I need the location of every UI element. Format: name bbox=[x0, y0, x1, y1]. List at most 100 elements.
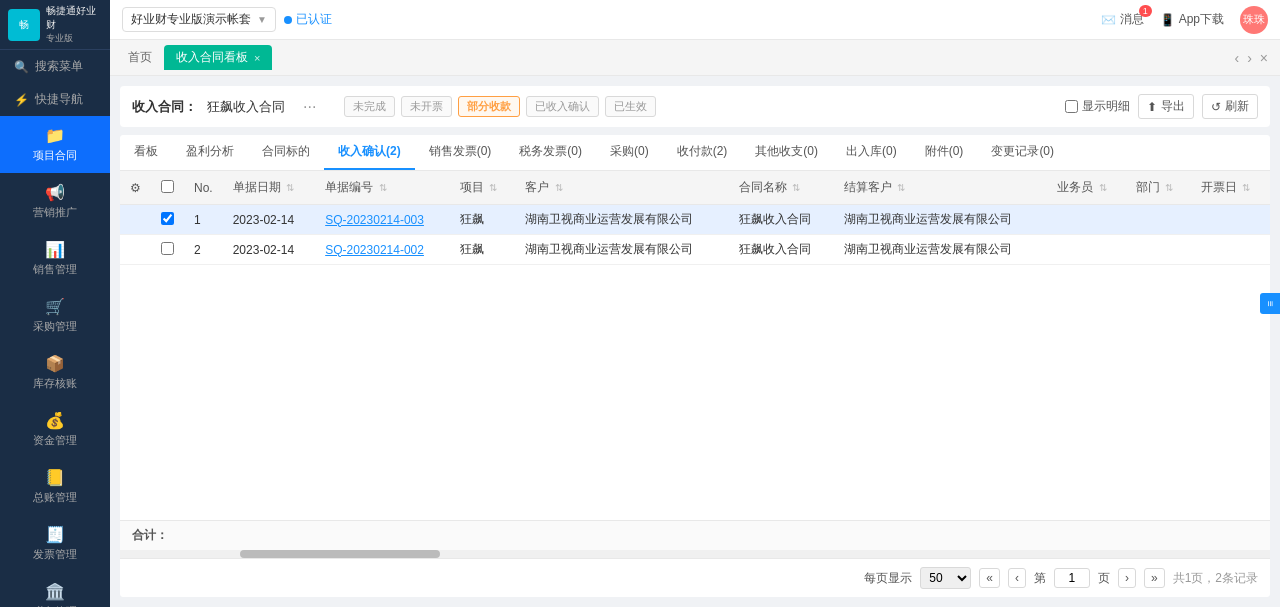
tab-kanban[interactable]: 看板 bbox=[120, 135, 172, 170]
company-dropdown-icon: ▼ bbox=[257, 14, 267, 25]
tab-next-icon[interactable]: › bbox=[1245, 48, 1254, 68]
horizontal-scrollbar[interactable] bbox=[120, 550, 1270, 558]
col-contract-name[interactable]: 合同名称 ⇅ bbox=[729, 171, 834, 205]
col-customer[interactable]: 客户 ⇅ bbox=[515, 171, 729, 205]
col-code[interactable]: 单据编号 ⇅ bbox=[315, 171, 450, 205]
app-download-button[interactable]: 📱 App下载 bbox=[1160, 11, 1224, 28]
topbar-right: ✉️ 消息 1 📱 App下载 珠珠 bbox=[1101, 6, 1268, 34]
active-tab[interactable]: 收入合同看板 × bbox=[164, 45, 272, 70]
contract-dots[interactable]: ··· bbox=[303, 98, 316, 116]
sidebar-item-accounting[interactable]: 📒 总账管理 bbox=[0, 458, 110, 515]
table-row[interactable]: 2 2023-02-14 SQ-20230214-002 狂飙 湖南卫视商业运营… bbox=[120, 235, 1270, 265]
tab-prev-icon[interactable]: ‹ bbox=[1232, 48, 1241, 68]
right-panel-icon[interactable]: ≡ bbox=[1260, 293, 1280, 315]
topbar: 好业财专业版演示帐套 ▼ 已认证 ✉️ 消息 1 📱 App下载 珠珠 bbox=[110, 0, 1280, 40]
row2-settlement-customer: 湖南卫视商业运营发展有限公司 bbox=[834, 235, 1048, 265]
logo-icon: 畅 bbox=[8, 9, 40, 41]
sidebar-item-capital[interactable]: 💰 资金管理 bbox=[0, 401, 110, 458]
sidebar-item-tax[interactable]: 🏛️ 税务管理 bbox=[0, 572, 110, 607]
show-detail-checkbox[interactable]: 显示明细 bbox=[1065, 98, 1130, 115]
sidebar-search-label: 搜索菜单 bbox=[35, 58, 83, 75]
message-badge: 1 bbox=[1139, 5, 1152, 17]
sidebar-quick-nav[interactable]: ⚡ 快捷导航 bbox=[0, 83, 110, 116]
refresh-button[interactable]: ↺ 刷新 bbox=[1202, 94, 1258, 119]
last-page-button[interactable]: » bbox=[1144, 568, 1165, 588]
row2-date: 2023-02-14 bbox=[223, 235, 316, 265]
sidebar-accounting-label: 总账管理 bbox=[33, 490, 77, 505]
col-settings[interactable]: ⚙ bbox=[120, 171, 151, 205]
col-salesperson[interactable]: 业务员 ⇅ bbox=[1047, 171, 1126, 205]
col-department[interactable]: 部门 ⇅ bbox=[1126, 171, 1191, 205]
settings-icon[interactable]: ⚙ bbox=[130, 181, 141, 195]
company-selector[interactable]: 好业财专业版演示帐套 ▼ bbox=[122, 7, 276, 32]
export-button[interactable]: ⬆ 导出 bbox=[1138, 94, 1194, 119]
tab-change-log[interactable]: 变更记录(0) bbox=[977, 135, 1068, 170]
scroll-thumb[interactable] bbox=[240, 550, 440, 558]
tab-purchase[interactable]: 采购(0) bbox=[596, 135, 663, 170]
next-page-button[interactable]: › bbox=[1118, 568, 1136, 588]
tab-other-income[interactable]: 其他收支(0) bbox=[741, 135, 832, 170]
table-body: 1 2023-02-14 SQ-20230214-003 狂飙 湖南卫视商业运营… bbox=[120, 205, 1270, 265]
show-detail-input[interactable] bbox=[1065, 100, 1078, 113]
status-confirmed[interactable]: 已收入确认 bbox=[526, 96, 599, 117]
status-effective[interactable]: 已生效 bbox=[605, 96, 656, 117]
export-icon: ⬆ bbox=[1147, 100, 1157, 114]
tab-sales-invoice[interactable]: 销售发票(0) bbox=[415, 135, 506, 170]
app-download-label: App下载 bbox=[1179, 11, 1224, 28]
row1-project: 狂飙 bbox=[450, 205, 515, 235]
accounting-icon: 📒 bbox=[45, 468, 65, 487]
first-page-button[interactable]: « bbox=[979, 568, 1000, 588]
status-incomplete[interactable]: 未完成 bbox=[344, 96, 395, 117]
tab-contract-std[interactable]: 合同标的 bbox=[248, 135, 324, 170]
row2-checkbox[interactable] bbox=[151, 235, 184, 265]
table-row[interactable]: 1 2023-02-14 SQ-20230214-003 狂飙 湖南卫视商业运营… bbox=[120, 205, 1270, 235]
col-checkbox[interactable] bbox=[151, 171, 184, 205]
status-no-invoice[interactable]: 未开票 bbox=[401, 96, 452, 117]
tab-payment[interactable]: 收付款(2) bbox=[663, 135, 742, 170]
download-icon: 📱 bbox=[1160, 13, 1175, 27]
date-sort-icon: ⇅ bbox=[286, 182, 294, 193]
status-partial[interactable]: 部分收款 bbox=[458, 96, 520, 117]
row1-settlement-customer: 湖南卫视商业运营发展有限公司 bbox=[834, 205, 1048, 235]
select-all-checkbox[interactable] bbox=[161, 180, 174, 193]
sidebar-item-project-contract[interactable]: 📁 项目合同 bbox=[0, 116, 110, 173]
row1-checkbox[interactable] bbox=[151, 205, 184, 235]
row2-code[interactable]: SQ-20230214-002 bbox=[315, 235, 450, 265]
page-label: 第 bbox=[1034, 570, 1046, 587]
per-page-select[interactable]: 20 50 100 bbox=[920, 567, 971, 589]
message-button[interactable]: ✉️ 消息 1 bbox=[1101, 11, 1144, 28]
col-date[interactable]: 单据日期 ⇅ bbox=[223, 171, 316, 205]
sidebar-invoice-label: 发票管理 bbox=[33, 547, 77, 562]
row1-date: 2023-02-14 bbox=[223, 205, 316, 235]
col-open-date[interactable]: 开票日 ⇅ bbox=[1191, 171, 1270, 205]
customer-sort-icon: ⇅ bbox=[555, 182, 563, 193]
row1-code-link[interactable]: SQ-20230214-003 bbox=[325, 213, 424, 227]
tab-tax-invoice[interactable]: 税务发票(0) bbox=[505, 135, 596, 170]
prev-page-button[interactable]: ‹ bbox=[1008, 568, 1026, 588]
tab-close-icon[interactable]: × bbox=[254, 52, 260, 64]
row1-code[interactable]: SQ-20230214-003 bbox=[315, 205, 450, 235]
avatar-icon: 珠珠 bbox=[1240, 6, 1268, 34]
sidebar-item-marketing[interactable]: 📢 营销推广 bbox=[0, 173, 110, 230]
tab-close-all-icon[interactable]: × bbox=[1258, 48, 1270, 68]
table-scroll[interactable]: ⚙ No. 单据日期 ⇅ 单据编号 ⇅ 项目 ⇅ 客户 ⇅ 合同名称 ⇅ 结算客 bbox=[120, 171, 1270, 520]
topbar-left: 好业财专业版演示帐套 ▼ 已认证 bbox=[122, 7, 332, 32]
sidebar-item-invoice[interactable]: 🧾 发票管理 bbox=[0, 515, 110, 572]
row2-no: 2 bbox=[184, 235, 223, 265]
tab-profit[interactable]: 盈利分析 bbox=[172, 135, 248, 170]
user-avatar[interactable]: 珠珠 bbox=[1240, 6, 1268, 34]
refresh-label: 刷新 bbox=[1225, 98, 1249, 115]
tab-attachment[interactable]: 附件(0) bbox=[911, 135, 978, 170]
row2-contract-name: 狂飙收入合同 bbox=[729, 235, 834, 265]
tab-outbound[interactable]: 出入库(0) bbox=[832, 135, 911, 170]
sidebar-search[interactable]: 🔍 搜索菜单 bbox=[0, 50, 110, 83]
sidebar-item-sales[interactable]: 📊 销售管理 bbox=[0, 230, 110, 287]
sidebar-item-inventory[interactable]: 📦 库存核账 bbox=[0, 344, 110, 401]
sidebar-item-purchase[interactable]: 🛒 采购管理 bbox=[0, 287, 110, 344]
tab-income-confirm[interactable]: 收入确认(2) bbox=[324, 135, 415, 170]
home-tab[interactable]: 首页 bbox=[120, 45, 160, 70]
col-settlement-customer[interactable]: 结算客户 ⇅ bbox=[834, 171, 1048, 205]
col-project[interactable]: 项目 ⇅ bbox=[450, 171, 515, 205]
row2-code-link[interactable]: SQ-20230214-002 bbox=[325, 243, 424, 257]
page-number-input[interactable] bbox=[1054, 568, 1090, 588]
